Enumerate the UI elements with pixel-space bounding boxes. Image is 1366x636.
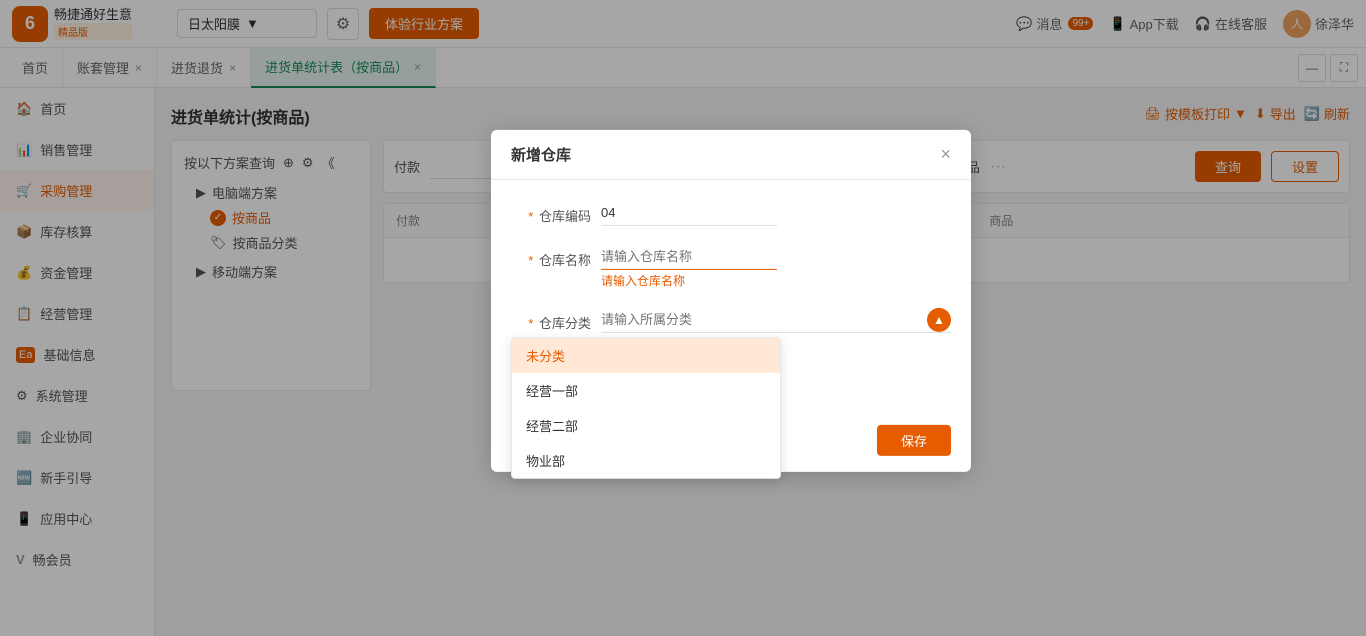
modal-body: * 仓库编码 * 仓库名称 请输入仓库名称 * 仓库分类 [491, 180, 971, 415]
dropdown-option-dept1[interactable]: 经营一部 [512, 373, 780, 408]
dropdown-option-dept2[interactable]: 经营二部 [512, 408, 780, 443]
code-field-row: * 仓库编码 [511, 200, 951, 226]
name-error-message: 请输入仓库名称 [601, 272, 951, 289]
save-button[interactable]: 保存 [877, 425, 951, 456]
category-field-row: * 仓库分类 ▲ 未分类 经营一部 经营二部 物业部 [511, 307, 951, 333]
name-label: * 仓库名称 [511, 244, 591, 269]
category-label: * 仓库分类 [511, 307, 591, 332]
dropdown-option-dept3[interactable]: 物业部 [512, 443, 780, 478]
modal-title: 新增仓库 [511, 144, 571, 165]
category-dropdown-list: 未分类 经营一部 经营二部 物业部 [511, 337, 781, 479]
dropdown-option-uncategorized[interactable]: 未分类 [512, 338, 780, 373]
name-field-row: * 仓库名称 请输入仓库名称 [511, 244, 951, 289]
modal-header: 新增仓库 × [491, 130, 971, 180]
new-warehouse-modal: 新增仓库 × * 仓库编码 * 仓库名称 请输入仓库名称 [491, 130, 971, 472]
code-input[interactable] [601, 200, 777, 226]
category-input[interactable] [601, 307, 951, 333]
name-input[interactable] [601, 244, 777, 270]
code-label: * 仓库编码 [511, 200, 591, 225]
modal-close-button[interactable]: × [940, 144, 951, 165]
category-dropdown-button[interactable]: ▲ [927, 308, 951, 332]
